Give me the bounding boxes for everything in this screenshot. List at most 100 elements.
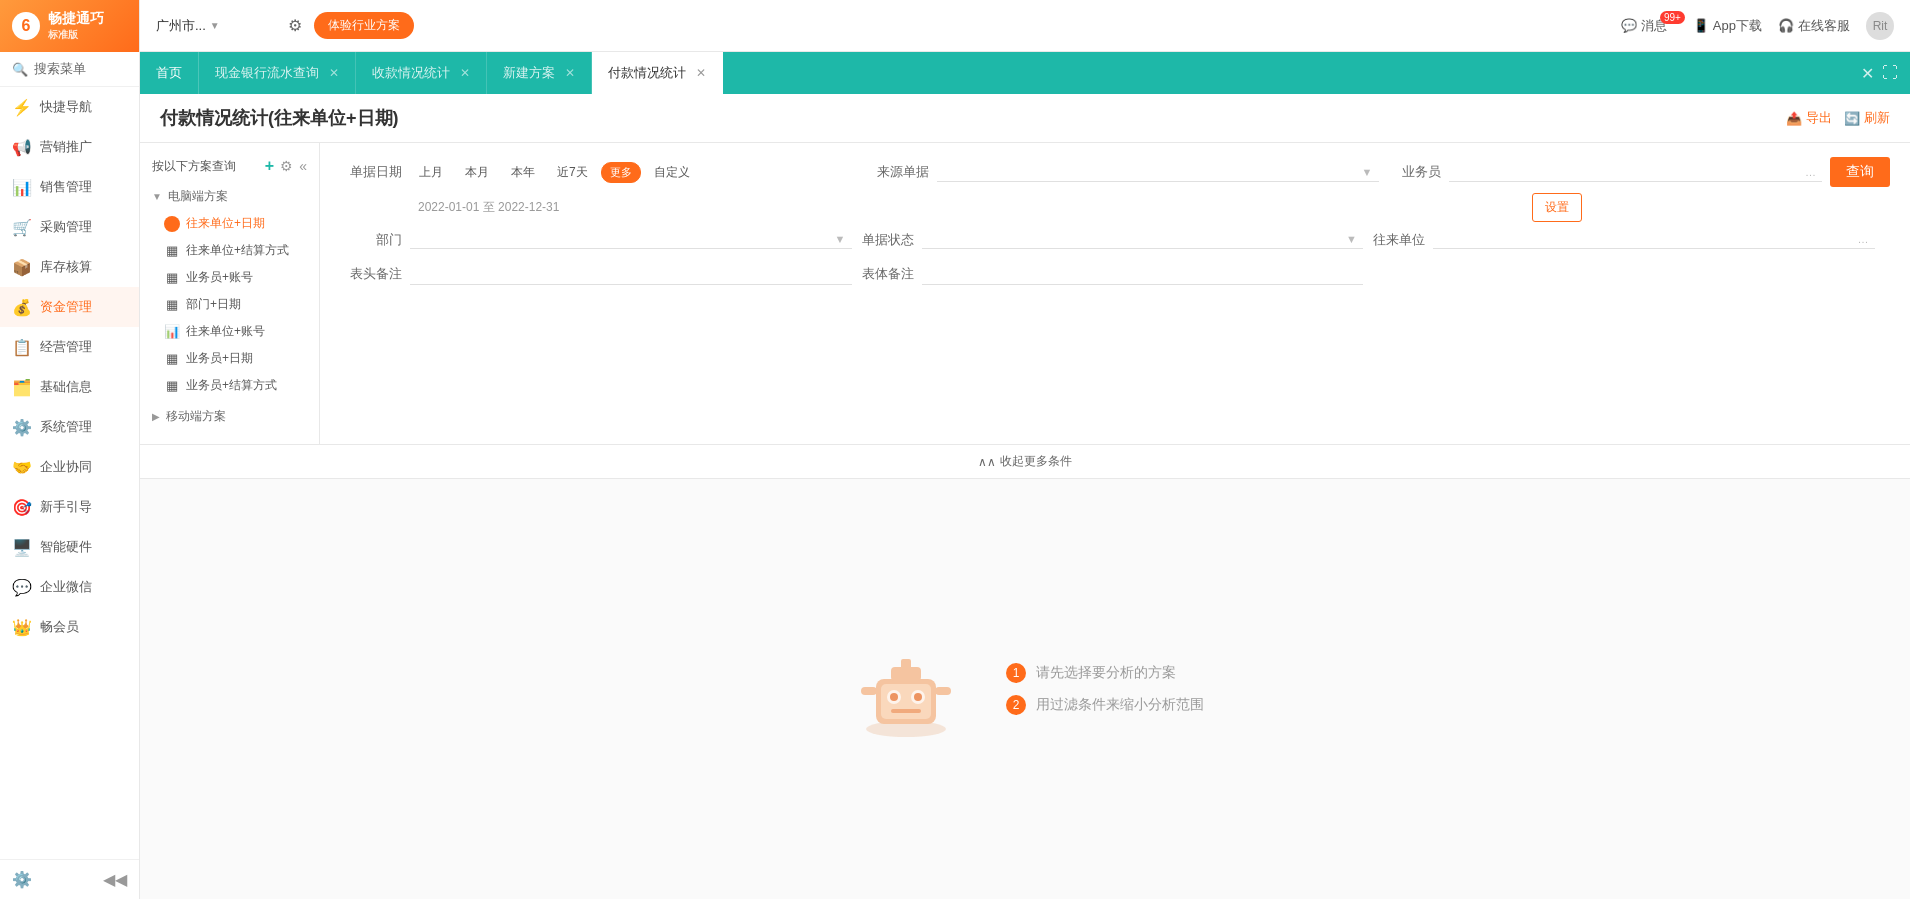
date-btn-this-month[interactable]: 本月: [456, 161, 498, 184]
settings-footer-icon[interactable]: ⚙️: [12, 870, 32, 889]
sidebar-item-label: 库存核算: [40, 258, 92, 276]
export-button[interactable]: 📤 导出: [1786, 109, 1832, 127]
scheme-salesperson-settlement[interactable]: ▦ 业务员+结算方式: [140, 372, 319, 399]
mobile-group-label: 移动端方案: [166, 408, 226, 425]
tip-text-1: 请先选择要分析的方案: [1036, 664, 1176, 682]
empty-tip-1: 1 请先选择要分析的方案: [1006, 663, 1204, 683]
trial-button[interactable]: 体验行业方案: [314, 12, 414, 39]
scheme-counterpart-settlement[interactable]: ▦ 往来单位+结算方式: [140, 237, 319, 264]
scheme-icon: ▦: [164, 270, 180, 286]
message-icon: 💬: [1621, 18, 1637, 33]
tab-new-scheme-close[interactable]: ✕: [565, 67, 575, 79]
tab-payment-stats[interactable]: 付款情况统计 ✕: [592, 52, 723, 94]
tab-new-scheme-label: 新建方案: [503, 64, 555, 82]
refresh-button[interactable]: 🔄 刷新: [1844, 109, 1890, 127]
date-range-display: 2022-01-01 至 2022-12-31: [418, 199, 559, 216]
collapse-sidebar-icon[interactable]: ◀◀: [103, 870, 127, 889]
date-btn-7days[interactable]: 近7天: [548, 161, 597, 184]
tab-fullscreen-icon[interactable]: ⛶: [1882, 64, 1898, 82]
scheme-icon: ▦: [164, 297, 180, 313]
scheme-icon: ▦: [164, 243, 180, 259]
settings-small-button[interactable]: 设置: [1532, 193, 1582, 222]
dept-dropdown[interactable]: ▼: [410, 230, 852, 249]
sidebar-item-capital[interactable]: 💰 资金管理: [0, 287, 139, 327]
sidebar-item-label: 基础信息: [40, 378, 92, 396]
sidebar-item-hardware[interactable]: 🖥️ 智能硬件: [0, 527, 139, 567]
query-button[interactable]: 查询: [1830, 157, 1890, 187]
sidebar-item-quick-nav[interactable]: ⚡ 快捷导航: [0, 87, 139, 127]
scheme-salesperson-date[interactable]: ▦ 业务员+日期: [140, 345, 319, 372]
scheme-salesperson-account[interactable]: ▦ 业务员+账号: [140, 264, 319, 291]
svg-point-5: [890, 693, 898, 701]
date-btn-this-year[interactable]: 本年: [502, 161, 544, 184]
scheme-counterpart-date[interactable]: 往来单位+日期: [140, 210, 319, 237]
sidebar-item-guide[interactable]: 🎯 新手引导: [0, 487, 139, 527]
desktop-scheme-group: ▼ 电脑端方案 往来单位+日期 ▦ 往来单位+结算方式 ▦ 业务员+账号: [140, 183, 319, 399]
app-download-button[interactable]: 📱 App下载: [1693, 17, 1762, 35]
voucher-status-dropdown[interactable]: ▼: [922, 230, 1364, 249]
scheme-chart-icon: 📊: [164, 324, 180, 340]
mobile-group-header[interactable]: ▶ 移动端方案: [140, 403, 319, 430]
export-icon: 📤: [1786, 111, 1802, 126]
source-dropdown[interactable]: ▼: [937, 163, 1379, 182]
tab-bank-flow[interactable]: 现金银行流水查询 ✕: [199, 52, 356, 94]
scheme-counterpart-account[interactable]: 📊 往来单位+账号: [140, 318, 319, 345]
date-btn-custom[interactable]: 自定义: [645, 161, 699, 184]
scheme-label: 往来单位+结算方式: [186, 242, 289, 259]
topbar-settings-icon[interactable]: ⚙: [288, 16, 302, 35]
tip-text-2: 用过滤条件来缩小分析范围: [1036, 696, 1204, 714]
scheme-dept-date[interactable]: ▦ 部门+日期: [140, 291, 319, 318]
online-service-button[interactable]: 🎧 在线客服: [1778, 17, 1850, 35]
tab-payment-stats-label: 付款情况统计: [608, 64, 686, 82]
tab-payment-stats-close[interactable]: ✕: [696, 67, 706, 79]
logo-icon: 6: [12, 12, 40, 40]
salesperson-dropdown[interactable]: …: [1449, 163, 1823, 182]
sidebar: 6 畅捷通巧 标准版 🔍 搜索菜单 ⚡ 快捷导航 📢 营销推广 📊 销售管理 🛒…: [0, 0, 140, 899]
counterpart-label: 往来单位: [1363, 231, 1433, 249]
sidebar-item-inventory[interactable]: 📦 库存核算: [0, 247, 139, 287]
tab-home[interactable]: 首页: [140, 52, 199, 94]
page-actions: 📤 导出 🔄 刷新: [1786, 109, 1890, 127]
counterpart-dropdown-arrow: …: [1858, 233, 1869, 245]
sidebar-item-marketing[interactable]: 📢 营销推广: [0, 127, 139, 167]
sidebar-item-sales[interactable]: 📊 销售管理: [0, 167, 139, 207]
tab-receipts-stats[interactable]: 收款情况统计 ✕: [356, 52, 487, 94]
tab-new-scheme[interactable]: 新建方案 ✕: [487, 52, 592, 94]
brand-name: 畅捷通巧: [48, 10, 104, 28]
note-body-input[interactable]: [922, 263, 1364, 285]
date-btn-more[interactable]: 更多: [601, 162, 641, 183]
desktop-group-header[interactable]: ▼ 电脑端方案: [140, 183, 319, 210]
search-menu[interactable]: 🔍 搜索菜单: [0, 52, 139, 87]
marketing-icon: 📢: [12, 137, 32, 157]
tabbar: 首页 现金银行流水查询 ✕ 收款情况统计 ✕ 新建方案 ✕ 付款情况统计 ✕ ✕…: [140, 52, 1910, 94]
sidebar-item-enterprise[interactable]: 🤝 企业协同: [0, 447, 139, 487]
desktop-group-arrow: ▼: [152, 191, 162, 202]
company-name: 广州市...: [156, 17, 206, 35]
date-btn-last-month[interactable]: 上月: [410, 161, 452, 184]
settings-scheme-icon[interactable]: ⚙: [280, 158, 293, 174]
user-avatar[interactable]: Rit: [1866, 12, 1894, 40]
collapse-bar[interactable]: ∧∧ 收起更多条件: [140, 445, 1910, 479]
tab-bank-flow-close[interactable]: ✕: [329, 67, 339, 79]
enterprise-icon: 🤝: [12, 457, 32, 477]
tab-close-all-icon[interactable]: ✕: [1861, 64, 1874, 83]
sidebar-item-purchase[interactable]: 🛒 采购管理: [0, 207, 139, 247]
main-area: 广州市... ▼ ⚙ 体验行业方案 💬 消息 99+ 📱 App下载 🎧 在线客…: [140, 0, 1910, 899]
salesperson-label: 业务员: [1379, 163, 1449, 181]
page-title: 付款情况统计(往来单位+日期): [160, 106, 399, 130]
counterpart-dropdown[interactable]: …: [1433, 230, 1875, 249]
sidebar-item-label: 企业协同: [40, 458, 92, 476]
message-button[interactable]: 💬 消息 99+: [1621, 17, 1677, 35]
company-selector[interactable]: 广州市... ▼: [156, 17, 276, 35]
collapse-scheme-icon[interactable]: «: [299, 158, 307, 174]
sidebar-item-wechat[interactable]: 💬 企业微信: [0, 567, 139, 607]
sidebar-footer: ⚙️ ◀◀: [0, 859, 139, 899]
note-header-input[interactable]: [410, 263, 852, 285]
sidebar-item-system[interactable]: ⚙️ 系统管理: [0, 407, 139, 447]
sidebar-item-member[interactable]: 👑 畅会员: [0, 607, 139, 647]
tab-receipts-stats-close[interactable]: ✕: [460, 67, 470, 79]
voucher-status-label: 单据状态: [852, 231, 922, 249]
sidebar-item-basic[interactable]: 🗂️ 基础信息: [0, 367, 139, 407]
add-scheme-icon[interactable]: +: [265, 157, 274, 175]
sidebar-item-operations[interactable]: 📋 经营管理: [0, 327, 139, 367]
